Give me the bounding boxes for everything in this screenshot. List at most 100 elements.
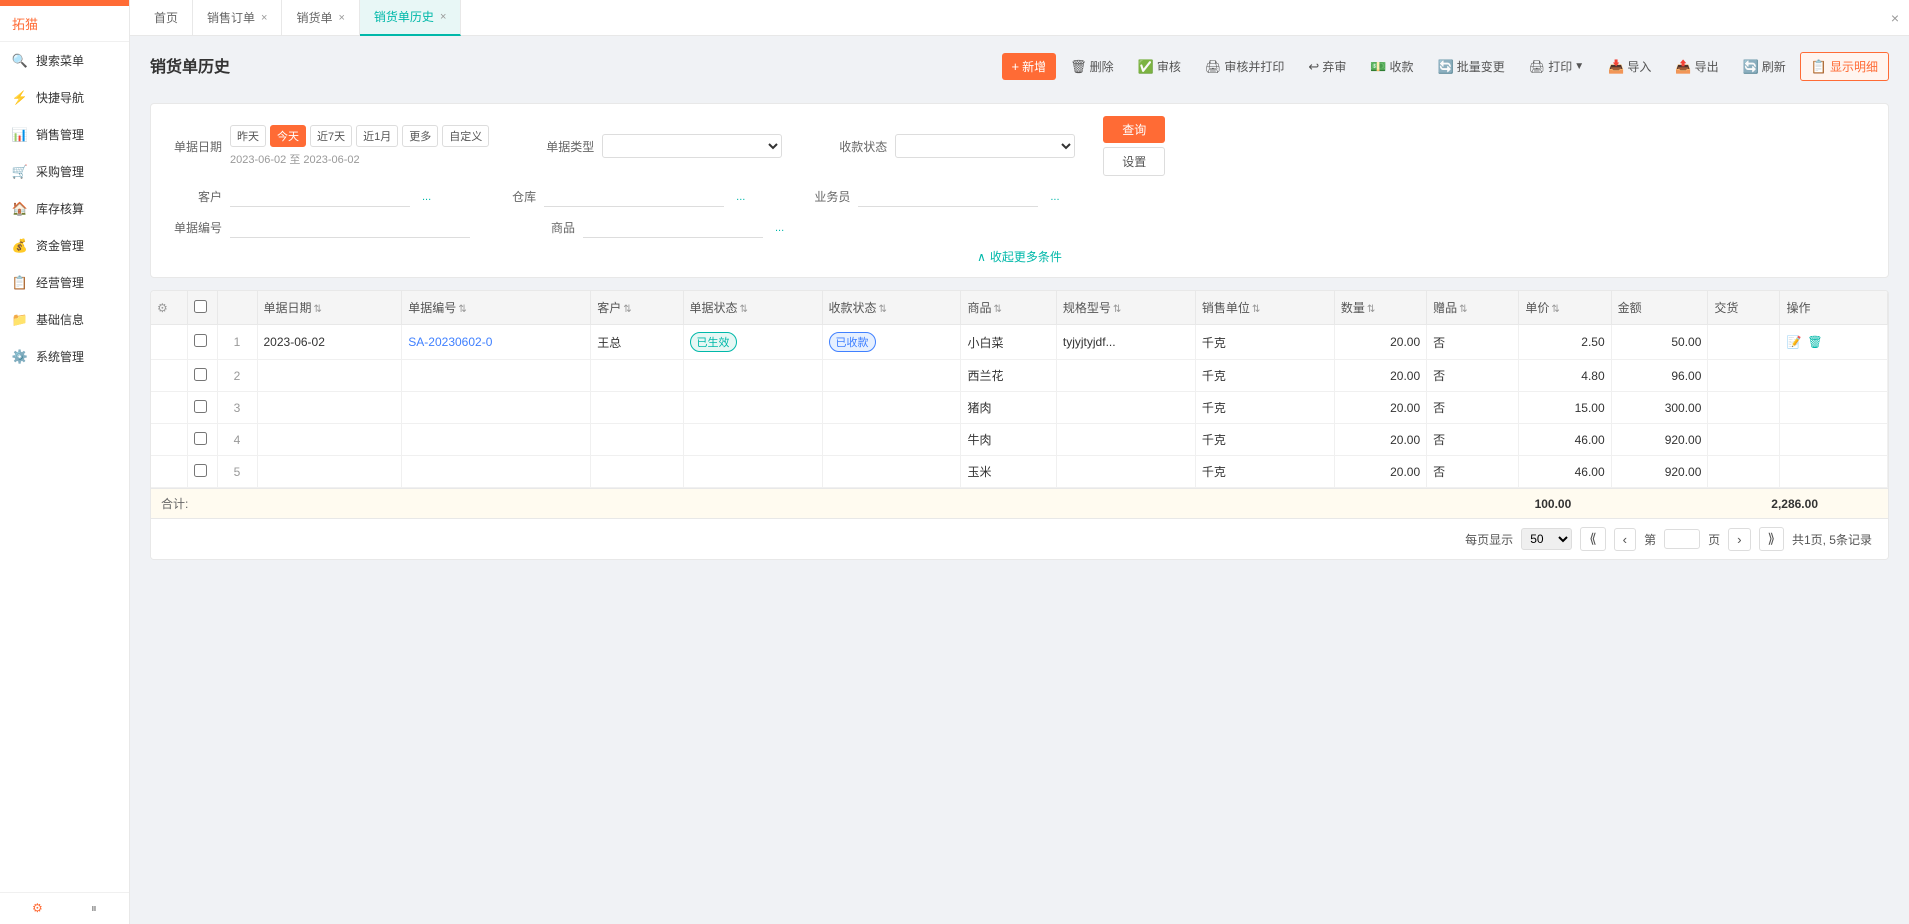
docno-input[interactable]: [230, 217, 470, 238]
td-docno: [402, 456, 591, 488]
sort-docno-icon[interactable]: ⇅: [458, 304, 466, 315]
row-checkbox[interactable]: [194, 334, 207, 347]
customer-input[interactable]: [230, 186, 410, 207]
row-checkbox[interactable]: [194, 400, 207, 413]
sort-gift-icon[interactable]: ⇅: [1459, 304, 1467, 315]
review-print-icon: 🖨: [1205, 59, 1222, 75]
sort-paymentstatus-icon[interactable]: ⇅: [879, 304, 887, 315]
close-all-tabs[interactable]: ×: [1891, 10, 1899, 26]
sidebar-item-inventory[interactable]: 🏠 库存核算: [0, 190, 129, 227]
sidebar-bottom-icon2[interactable]: ⏸: [91, 901, 97, 916]
current-page-input[interactable]: 1: [1664, 529, 1700, 549]
table-settings-icon[interactable]: ⚙: [157, 301, 168, 315]
tab-home[interactable]: 首页: [140, 0, 193, 36]
sort-customer-icon[interactable]: ⇅: [623, 304, 631, 315]
close-sales-order-tab[interactable]: ×: [261, 12, 267, 24]
refresh-icon: 🔄: [1743, 59, 1759, 75]
th-transaction: 交货: [1708, 291, 1780, 325]
close-sales-history-tab[interactable]: ×: [440, 11, 446, 23]
import-button[interactable]: 📥 导入: [1598, 53, 1661, 80]
warehouse-input[interactable]: [544, 186, 724, 207]
td-unit: 千克: [1195, 392, 1334, 424]
export-button[interactable]: 📤 导出: [1665, 53, 1728, 80]
sort-date-icon[interactable]: ⇅: [314, 304, 322, 315]
sidebar-item-sales-mgmt[interactable]: 📊 销售管理: [0, 116, 129, 153]
td-gift: 否: [1427, 325, 1519, 360]
date-btn-more[interactable]: 更多: [402, 125, 438, 147]
payment-status-select[interactable]: [895, 134, 1075, 158]
date-btn-yesterday[interactable]: 昨天: [230, 125, 266, 147]
sidebar-item-quick-nav[interactable]: ⚡ 快捷导航: [0, 79, 129, 116]
collect-icon: 💵: [1370, 59, 1386, 75]
td-unitprice: 15.00: [1519, 392, 1611, 424]
show-detail-button[interactable]: 📋 显示明细: [1800, 52, 1889, 81]
select-all-checkbox[interactable]: [194, 300, 207, 313]
action-编辑[interactable]: 📝: [1786, 335, 1801, 349]
action-删除[interactable]: 🗑: [1807, 335, 1822, 349]
tab-sales-goods[interactable]: 销货单 ×: [282, 0, 359, 36]
filter-customer-item: 客户 ...: [167, 186, 431, 207]
last-page-btn[interactable]: ⟫: [1759, 527, 1784, 551]
sidebar-bottom-icon1[interactable]: ⚙: [32, 901, 43, 916]
goods-input[interactable]: [583, 217, 763, 238]
tab-sales-order[interactable]: 销售订单 ×: [193, 0, 282, 36]
sidebar-item-basic-info[interactable]: 📁 基础信息: [0, 301, 129, 338]
setup-button[interactable]: 设置: [1103, 147, 1165, 176]
query-button[interactable]: 查询: [1103, 116, 1165, 143]
date-btn-1month[interactable]: 近1月: [356, 125, 398, 147]
sort-unitprice-icon[interactable]: ⇅: [1551, 304, 1559, 315]
review-button[interactable]: ✅ 审核: [1128, 53, 1191, 80]
sort-spec-icon[interactable]: ⇅: [1113, 304, 1121, 315]
add-button[interactable]: + 新增: [1002, 53, 1057, 80]
delete-button[interactable]: 🗑 删除: [1060, 53, 1124, 80]
first-page-btn[interactable]: ⟪: [1580, 527, 1605, 551]
td-settings: [151, 325, 187, 360]
row-checkbox[interactable]: [194, 432, 207, 445]
goods-more-btn[interactable]: ...: [775, 222, 784, 234]
filter-row-1: 单据日期 昨天 今天 近7天 近1月 更多 自定义 2023-06-02 至 2…: [167, 116, 1872, 176]
prev-page-btn[interactable]: ‹: [1614, 528, 1636, 551]
sidebar-item-finance-mgmt[interactable]: 💰 资金管理: [0, 227, 129, 264]
tab-sales-history[interactable]: 销货单历史 ×: [360, 0, 461, 36]
sort-quantity-icon[interactable]: ⇅: [1367, 304, 1375, 315]
page-size-select[interactable]: 20 50 100 200: [1521, 528, 1572, 550]
date-btn-custom[interactable]: 自定义: [442, 125, 489, 147]
print-button[interactable]: 🖨 打印 ▼: [1519, 53, 1594, 80]
doc-type-select[interactable]: [602, 134, 782, 158]
sort-docstatus-icon[interactable]: ⇅: [740, 304, 748, 315]
sort-unit-icon[interactable]: ⇅: [1252, 304, 1260, 315]
collapse-filter-btn[interactable]: ∧ 收起更多条件: [167, 248, 1872, 265]
td-goods: 猪肉: [961, 392, 1056, 424]
sidebar-item-purchase-mgmt[interactable]: 🛒 采购管理: [0, 153, 129, 190]
business-input[interactable]: [858, 186, 1038, 207]
refresh-button[interactable]: 🔄 刷新: [1733, 53, 1796, 80]
td-gift: 否: [1427, 392, 1519, 424]
td-docstatus: 已生效: [683, 325, 822, 360]
date-btn-7days[interactable]: 近7天: [310, 125, 352, 147]
batch-change-button[interactable]: 🔄 批量变更: [1428, 53, 1515, 80]
business-more-btn[interactable]: ...: [1050, 191, 1059, 203]
review-print-button[interactable]: 🖨 审核并打印: [1195, 53, 1295, 80]
td-amount: 920.00: [1611, 424, 1708, 456]
show-detail-icon: 📋: [1811, 59, 1827, 75]
customer-more-btn[interactable]: ...: [422, 191, 431, 203]
sort-goods-icon[interactable]: ⇅: [994, 304, 1002, 315]
toolbar: + 新增 🗑 删除 ✅ 审核 🖨 审核并打印 ↩ 弃审: [1002, 52, 1889, 81]
abandon-button[interactable]: ↩ 弃审: [1298, 53, 1356, 80]
next-page-btn[interactable]: ›: [1728, 528, 1750, 551]
sidebar-item-search-menu[interactable]: 🔍 搜索菜单: [0, 42, 129, 79]
th-rowno: [217, 291, 257, 325]
total-quantity-value: 100.00: [1535, 497, 1572, 511]
collect-button[interactable]: 💵 收款: [1360, 53, 1423, 80]
tab-home-label: 首页: [154, 9, 178, 26]
quick-nav-icon: ⚡: [12, 90, 28, 106]
close-sales-goods-tab[interactable]: ×: [338, 12, 344, 24]
row-checkbox[interactable]: [194, 464, 207, 477]
warehouse-more-btn[interactable]: ...: [736, 191, 745, 203]
sidebar-item-sys-mgmt[interactable]: ⚙️ 系统管理: [0, 338, 129, 375]
date-btn-today[interactable]: 今天: [270, 125, 306, 147]
row-checkbox[interactable]: [194, 368, 207, 381]
main-content: 首页 销售订单 × 销货单 × 销货单历史 × × 销货单历史 + 新增: [130, 0, 1909, 924]
docno-link[interactable]: SA-20230602-0: [408, 335, 492, 349]
sidebar-item-ops-mgmt[interactable]: 📋 经营管理: [0, 264, 129, 301]
